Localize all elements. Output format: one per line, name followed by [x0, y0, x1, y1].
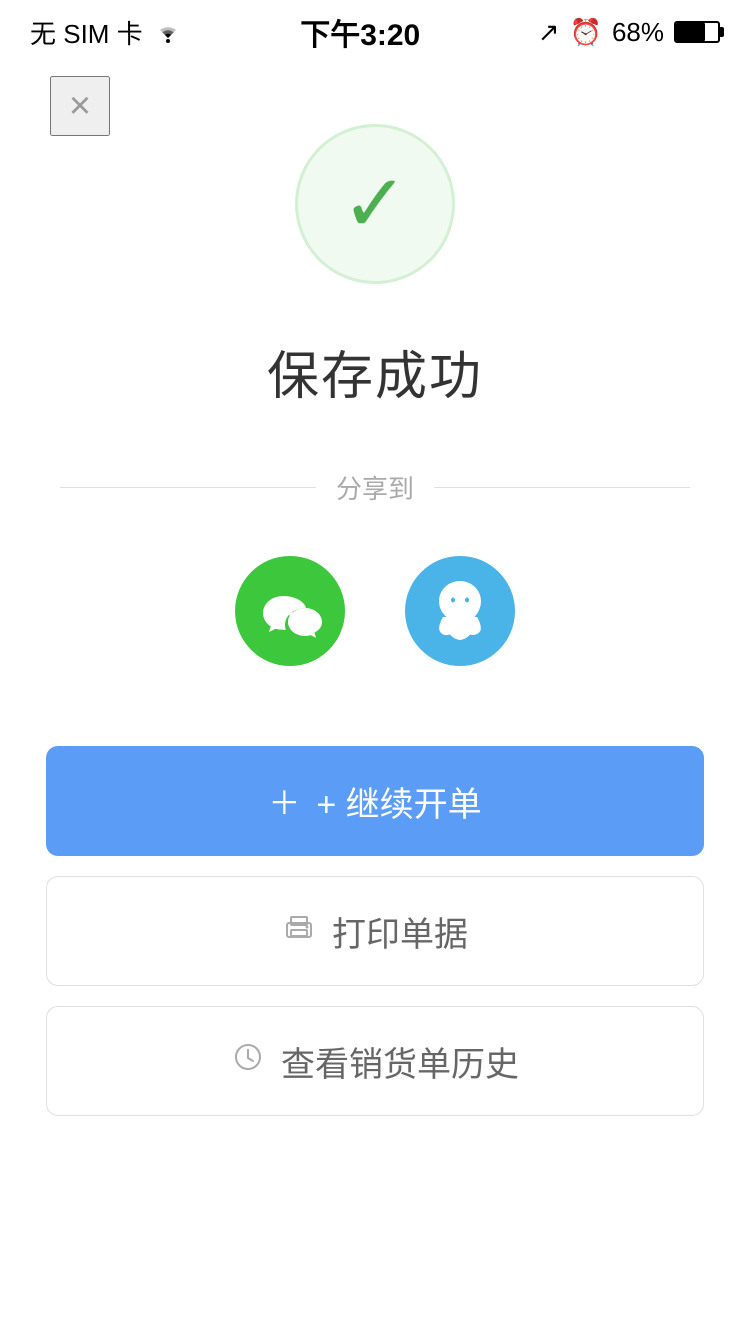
- qq-icon: [431, 577, 489, 645]
- status-carrier: 无 SIM 卡: [30, 14, 183, 51]
- status-bar: 无 SIM 卡 下午3:20 ↗ ⏰ 68%: [0, 0, 750, 64]
- qq-share-button[interactable]: [405, 556, 515, 666]
- wifi-icon: [153, 21, 183, 43]
- main-content: ✓ 保存成功 分享到: [0, 64, 750, 1116]
- carrier-text: 无 SIM 卡: [30, 14, 143, 51]
- print-icon: [282, 910, 316, 952]
- print-label: 打印单据: [332, 907, 468, 956]
- location-icon: ↗: [538, 17, 560, 48]
- success-title: 保存成功: [267, 334, 483, 409]
- share-label: 分享到: [316, 469, 434, 506]
- history-button[interactable]: 查看销货单历史: [46, 1006, 704, 1116]
- history-icon: [231, 1040, 265, 1082]
- success-indicator: ✓: [295, 124, 455, 284]
- alarm-icon: ⏰: [570, 17, 602, 48]
- battery-percent: 68%: [612, 17, 664, 48]
- share-divider: 分享到: [0, 469, 750, 506]
- close-button[interactable]: ×: [50, 76, 110, 136]
- share-icons-row: [235, 556, 515, 666]
- history-label: 查看销货单历史: [281, 1037, 519, 1086]
- wechat-icon: [255, 576, 325, 646]
- divider-left: [60, 487, 316, 488]
- plus-icon: ＋: [268, 778, 300, 824]
- divider-right: [434, 487, 690, 488]
- action-buttons: ＋ + 继续开单 打印单据 查看销货单历: [0, 746, 750, 1116]
- battery-icon: [674, 21, 720, 43]
- wechat-share-button[interactable]: [235, 556, 345, 666]
- status-right: ↗ ⏰ 68%: [538, 17, 720, 48]
- status-time: 下午3:20: [300, 10, 420, 54]
- checkmark-icon: ✓: [341, 164, 408, 244]
- continue-label: + 继续开单: [316, 777, 481, 826]
- close-icon: ×: [69, 87, 91, 125]
- continue-button[interactable]: ＋ + 继续开单: [46, 746, 704, 856]
- print-button[interactable]: 打印单据: [46, 876, 704, 986]
